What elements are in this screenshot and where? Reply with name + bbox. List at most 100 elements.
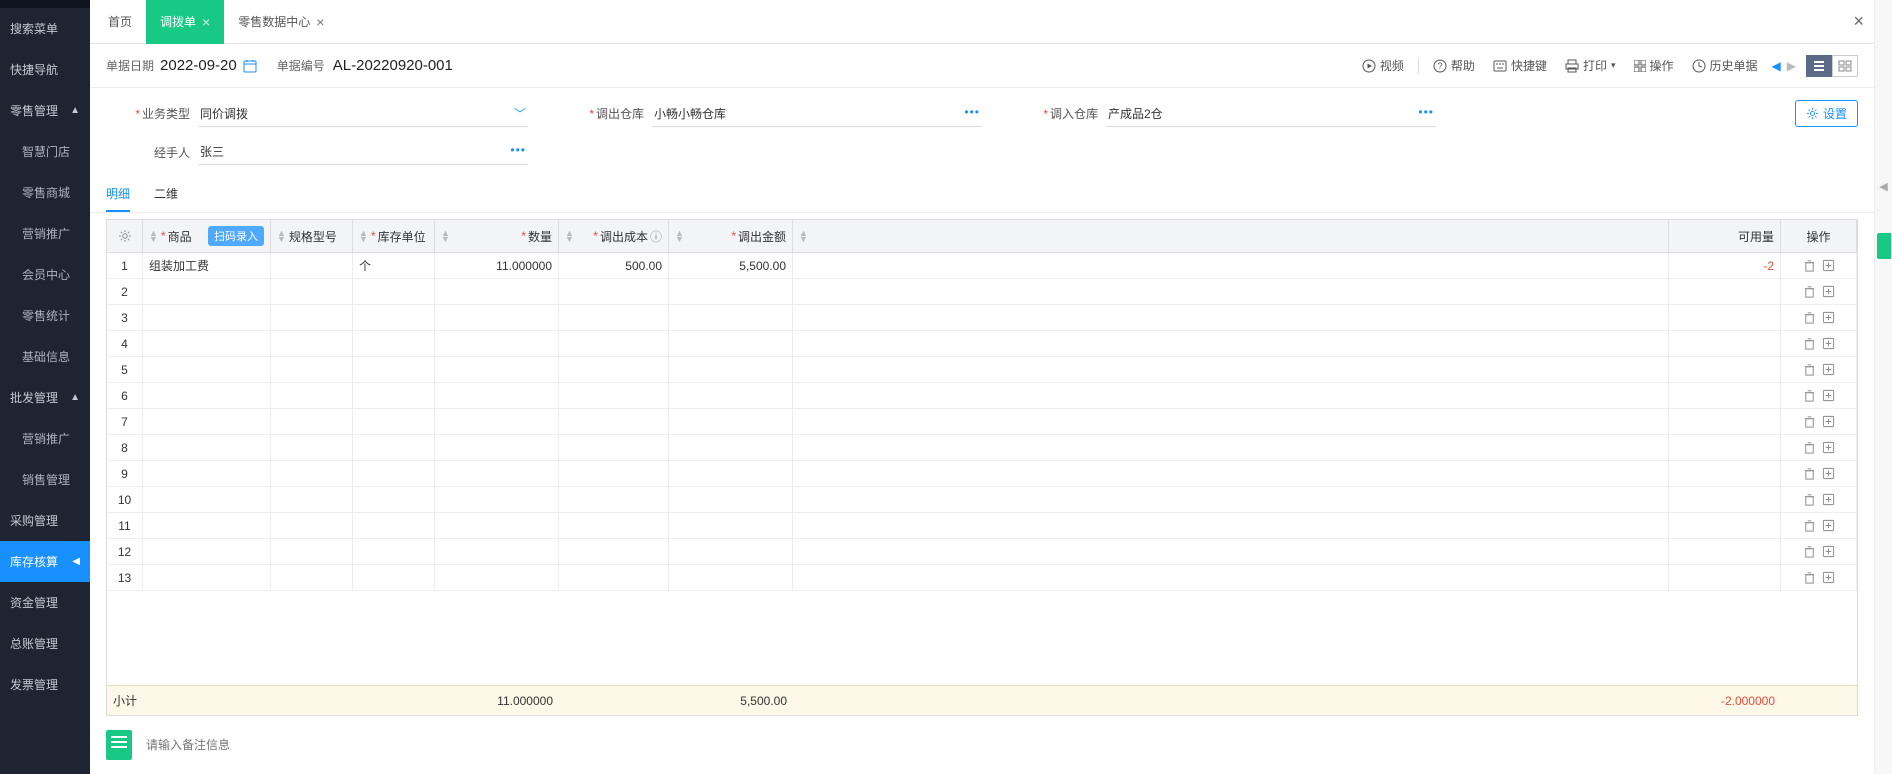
delete-row-icon[interactable]: [1803, 285, 1816, 298]
table-row[interactable]: 1组装加工费个11.000000500.005,500.00-2: [107, 253, 1857, 279]
grid-settings-icon[interactable]: [107, 220, 143, 252]
handler-select[interactable]: 张三•••: [198, 139, 528, 165]
sidebar-item-2[interactable]: 零售管理▲: [0, 90, 90, 131]
col-spec[interactable]: ▲▼规格型号: [271, 220, 353, 252]
subtotal-qty: 11.000000: [435, 686, 559, 715]
delete-row-icon[interactable]: [1803, 311, 1816, 324]
add-row-icon[interactable]: [1822, 493, 1835, 506]
sidebar-item-5[interactable]: 营销推广: [0, 213, 90, 254]
close-icon[interactable]: ×: [202, 14, 210, 30]
add-row-icon[interactable]: [1822, 519, 1835, 532]
add-row-icon[interactable]: [1822, 571, 1835, 584]
table-row[interactable]: 11: [107, 513, 1857, 539]
add-row-icon[interactable]: [1822, 545, 1835, 558]
delete-row-icon[interactable]: [1803, 389, 1816, 402]
col-product[interactable]: ▲▼*商品扫码录入: [143, 220, 271, 252]
add-row-icon[interactable]: [1822, 389, 1835, 402]
sidebar-item-8[interactable]: 基础信息: [0, 336, 90, 377]
add-row-icon[interactable]: [1822, 337, 1835, 350]
in-warehouse-select[interactable]: 产成品2仓•••: [1106, 101, 1436, 127]
collapse-right-icon[interactable]: ◀: [1879, 180, 1887, 193]
tab-0[interactable]: 首页: [94, 0, 146, 44]
video-button[interactable]: 视频: [1358, 54, 1408, 77]
sidebar-item-6[interactable]: 会员中心: [0, 254, 90, 295]
sidebar-item-11[interactable]: 销售管理: [0, 459, 90, 500]
subtotal-amount: 5,500.00: [669, 686, 793, 715]
add-row-icon[interactable]: [1822, 467, 1835, 480]
table-row[interactable]: 12: [107, 539, 1857, 565]
shortcut-button[interactable]: 快捷键: [1489, 54, 1551, 77]
out-warehouse-select[interactable]: 小畅小畅仓库•••: [652, 101, 982, 127]
add-row-icon[interactable]: [1822, 441, 1835, 454]
sidebar-item-1[interactable]: 快捷导航: [0, 49, 90, 90]
sidebar-item-0[interactable]: 搜索菜单: [0, 8, 90, 49]
view-list-toggle[interactable]: [1806, 55, 1832, 77]
delete-row-icon[interactable]: [1803, 493, 1816, 506]
sidebar-item-7[interactable]: 零售统计: [0, 295, 90, 336]
biz-type-select[interactable]: 同价调拨﹀: [198, 101, 528, 127]
view-card-toggle[interactable]: [1832, 55, 1858, 77]
history-button[interactable]: 历史单据: [1688, 54, 1762, 77]
table-row[interactable]: 7: [107, 409, 1857, 435]
delete-row-icon[interactable]: [1803, 467, 1816, 480]
sidebar-item-15[interactable]: 总账管理: [0, 623, 90, 664]
col-available[interactable]: 可用量: [1669, 220, 1781, 252]
add-row-icon[interactable]: [1822, 311, 1835, 324]
sidebar-item-9[interactable]: 批发管理▲: [0, 377, 90, 418]
settings-button[interactable]: 设置: [1795, 100, 1858, 127]
scan-input-button[interactable]: 扫码录入: [208, 226, 264, 246]
col-unit[interactable]: ▲▼*库存单位: [353, 220, 435, 252]
add-row-icon[interactable]: [1822, 415, 1835, 428]
sidebar-item-label: 搜索菜单: [10, 20, 58, 37]
delete-row-icon[interactable]: [1803, 415, 1816, 428]
table-row[interactable]: 10: [107, 487, 1857, 513]
sidebar-item-10[interactable]: 营销推广: [0, 418, 90, 459]
table-row[interactable]: 9: [107, 461, 1857, 487]
col-amount[interactable]: ▲▼*调出金额: [669, 220, 793, 252]
tab-1[interactable]: 调拨单×: [146, 0, 224, 44]
delete-row-icon[interactable]: [1803, 259, 1816, 272]
delete-row-icon[interactable]: [1803, 441, 1816, 454]
next-doc-icon[interactable]: ▶: [1787, 59, 1796, 73]
table-row[interactable]: 2: [107, 279, 1857, 305]
add-row-icon[interactable]: [1822, 285, 1835, 298]
col-qty[interactable]: ▲▼*数量: [435, 220, 559, 252]
prev-doc-icon[interactable]: ◀: [1772, 59, 1781, 73]
sidebar-item-16[interactable]: 发票管理: [0, 664, 90, 705]
sidebar-item-13[interactable]: 库存核算◀: [0, 541, 90, 582]
table-row[interactable]: 4: [107, 331, 1857, 357]
close-all-tabs-icon[interactable]: ×: [1853, 11, 1864, 32]
table-row[interactable]: 6: [107, 383, 1857, 409]
inner-tab-0[interactable]: 明细: [106, 177, 130, 212]
doc-date[interactable]: 2022-09-20: [160, 57, 237, 74]
delete-row-icon[interactable]: [1803, 363, 1816, 376]
table-row[interactable]: 3: [107, 305, 1857, 331]
delete-row-icon[interactable]: [1803, 545, 1816, 558]
right-action-button[interactable]: [1877, 233, 1891, 259]
close-icon[interactable]: ×: [316, 14, 324, 30]
delete-row-icon[interactable]: [1803, 519, 1816, 532]
tab-2[interactable]: 零售数据中心×: [224, 0, 338, 44]
help-button[interactable]: ?帮助: [1429, 54, 1479, 77]
table-row[interactable]: 5: [107, 357, 1857, 383]
calendar-icon[interactable]: [243, 59, 257, 73]
operate-button[interactable]: 操作: [1630, 54, 1678, 77]
table-row[interactable]: 13: [107, 565, 1857, 591]
sidebar-item-label: 销售管理: [22, 471, 70, 488]
sidebar-item-3[interactable]: 智慧门店: [0, 131, 90, 172]
add-row-icon[interactable]: [1822, 259, 1835, 272]
delete-row-icon[interactable]: [1803, 337, 1816, 350]
sidebar-item-12[interactable]: 采购管理: [0, 500, 90, 541]
sidebar-item-4[interactable]: 零售商城: [0, 172, 90, 213]
table-row[interactable]: 8: [107, 435, 1857, 461]
note-icon[interactable]: [106, 730, 132, 760]
inner-tab-1[interactable]: 二维: [154, 177, 178, 212]
add-row-icon[interactable]: [1822, 363, 1835, 376]
sidebar-item-14[interactable]: 资金管理: [0, 582, 90, 623]
print-button[interactable]: 打印▾: [1561, 54, 1620, 77]
sidebar-item-label: 营销推广: [22, 225, 70, 242]
delete-row-icon[interactable]: [1803, 571, 1816, 584]
info-icon[interactable]: ⓘ: [650, 228, 662, 245]
remarks-input[interactable]: [146, 738, 1858, 752]
col-cost[interactable]: ▲▼*调出成本ⓘ: [559, 220, 669, 252]
